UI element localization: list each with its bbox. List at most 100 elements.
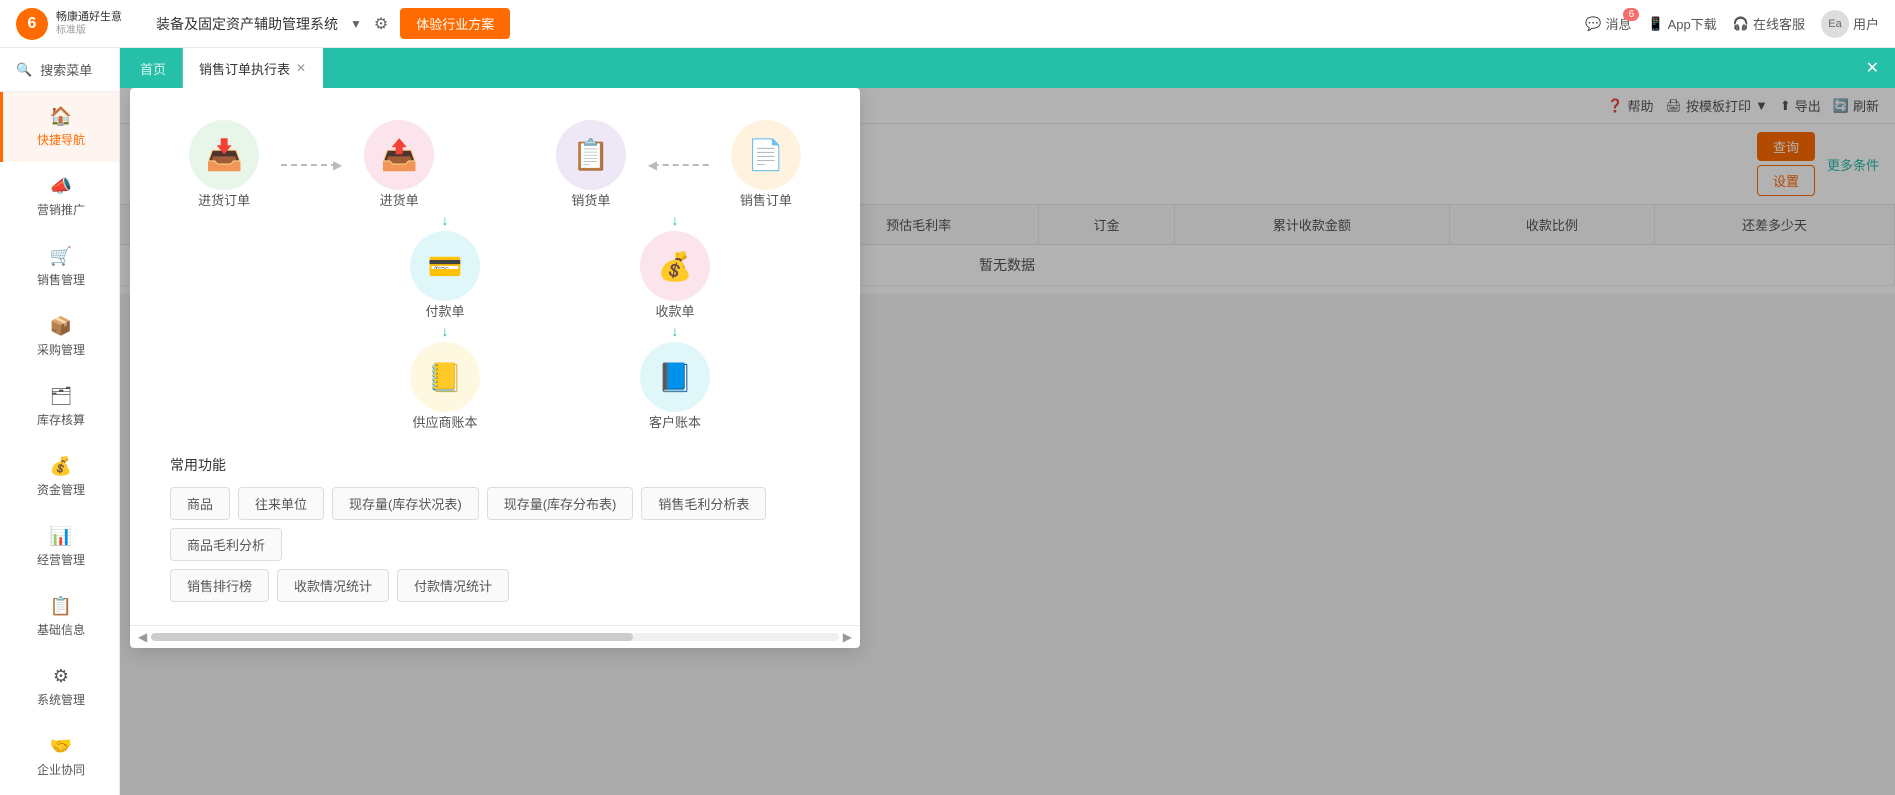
sidebar-item-system[interactable]: ⚙ 系统管理 [0, 652, 119, 722]
sidebar-item-finance[interactable]: 💰 资金管理 [0, 442, 119, 512]
payment-bill-circle[interactable]: 💳 [410, 231, 480, 301]
scroll-right-btn[interactable]: ▶ [843, 630, 852, 644]
sales-bill-node: 📋 销货单 [537, 120, 645, 209]
btn-inventory-status[interactable]: 现存量(库存状况表) [332, 487, 479, 520]
sidebar-item-quick-nav[interactable]: 🏠 快捷导航 [0, 92, 119, 162]
inventory-icon: 🗂 [50, 386, 73, 407]
receipt-bill-node: 💰 收款单 [610, 231, 740, 320]
scrollbar-track[interactable] [151, 633, 839, 641]
header-middle: 装备及固定资产辅助管理系统 ▼ ⚙ 体验行业方案 [136, 8, 1585, 39]
operations-icon: 📊 [50, 526, 72, 547]
btn-product[interactable]: 商品 [170, 487, 230, 520]
sidebar-item-purchase[interactable]: 📦 采购管理 [0, 302, 119, 372]
logo-text: 畅康通好生意 标准版 [56, 10, 122, 37]
btn-payment-stats[interactable]: 付款情况统计 [397, 569, 509, 602]
purchase-bill-circle[interactable]: 📤 [364, 120, 434, 190]
content-area: 首页 销售订单执行表 ✕ ✕ ❓ 帮助 🖨 按模板打印 ▼ [120, 48, 1895, 795]
btn-sales-profit[interactable]: 销售毛利分析表 [641, 487, 766, 520]
header-right: 💬 消息 6 📱 App下载 🎧 在线客服 Ea 用户 [1585, 10, 1879, 38]
tab-close-btn[interactable]: ✕ [296, 61, 306, 75]
sales-order-icon: 📄 [747, 138, 784, 173]
system-icon: ⚙ [53, 666, 69, 687]
sales-icon: 🛒 [50, 246, 72, 267]
message-badge: 6 [1623, 8, 1639, 21]
main-layout: 🔍 搜索菜单 🏠 快捷导航 📣 营销推广 🛒 销售管理 📦 采购管理 🗂 库存核… [0, 48, 1895, 795]
supplier-ledger-circle[interactable]: 📒 [410, 342, 480, 412]
system-dropdown-btn[interactable]: ▼ [350, 17, 362, 31]
arrow-down-sales-bill: ↓ [672, 213, 679, 227]
sidebar-item-operations[interactable]: 📊 经营管理 [0, 512, 119, 582]
sidebar-item-sales[interactable]: 🛒 销售管理 [0, 232, 119, 302]
supplier-ledger-node: 📒 供应商账本 [380, 342, 510, 431]
trial-btn[interactable]: 体验行业方案 [400, 8, 510, 39]
logo-icon: 6 [16, 8, 48, 40]
sidebar-item-enterprise[interactable]: 🤝 企业协同 [0, 722, 119, 792]
customer-ledger-node: 📘 客户账本 [610, 342, 740, 431]
btn-product-profit[interactable]: 商品毛利分析 [170, 528, 282, 561]
online-service-btn[interactable]: 🎧 在线客服 [1733, 14, 1805, 33]
popup: 📥 进货订单 ▶ [130, 88, 860, 648]
common-buttons-row2: 销售排行榜 收款情况统计 付款情况统计 [170, 569, 820, 602]
customer-ledger-circle[interactable]: 📘 [640, 342, 710, 412]
common-functions-section: 常用功能 商品 往来单位 现存量(库存状况表) 现存量(库存分布表) 销售毛利分… [170, 455, 820, 602]
app-download-btn[interactable]: 📱 App下载 [1647, 14, 1716, 33]
finance-icon: 💰 [50, 456, 72, 477]
tab-home[interactable]: 首页 [124, 48, 183, 88]
home-icon: 🏠 [50, 106, 72, 127]
receipt-bill-circle[interactable]: 💰 [640, 231, 710, 301]
avatar: Ea [1821, 10, 1849, 38]
customer-ledger-icon: 📘 [658, 361, 693, 394]
sidebar-item-marketing[interactable]: 📣 营销推广 [0, 162, 119, 232]
purchase-bill-icon: 📤 [380, 138, 417, 173]
scrollbar-thumb [151, 633, 632, 641]
tab-sales-order-exec[interactable]: 销售订单执行表 ✕ [183, 48, 323, 88]
sidebar-item-basic-info[interactable]: 📋 基础信息 [0, 582, 119, 652]
purchase-order-circle[interactable]: 📥 [189, 120, 259, 190]
arrow-down-payment: ↓ [442, 324, 449, 338]
message-icon: 💬 [1585, 16, 1601, 32]
sales-bill-icon: 📋 [572, 138, 609, 173]
search-menu-item[interactable]: 🔍 搜索菜单 [0, 48, 119, 92]
settings-gear-btn[interactable]: ⚙ [374, 14, 388, 34]
purchase-order-icon: 📥 [205, 138, 242, 173]
btn-sales-ranking[interactable]: 销售排行榜 [170, 569, 269, 602]
logo-area: 6 畅康通好生意 标准版 [16, 8, 136, 40]
marketing-icon: 📣 [50, 176, 72, 197]
popup-scrollbar: ◀ ▶ [130, 625, 860, 648]
sales-bill-circle[interactable]: 📋 [556, 120, 626, 190]
page-content: ❓ 帮助 🖨 按模板打印 ▼ ⬆ 导出 🔄 刷新 [120, 88, 1895, 795]
tab-bar: 首页 销售订单执行表 ✕ ✕ [120, 48, 1895, 88]
purchase-bill-node: 📤 进货单 [345, 120, 453, 209]
sidebar: 🔍 搜索菜单 🏠 快捷导航 📣 营销推广 🛒 销售管理 📦 采购管理 🗂 库存核… [0, 48, 120, 795]
payment-bill-icon: 💳 [428, 250, 463, 283]
popup-overlay: 📥 进货订单 ▶ [120, 88, 1895, 795]
arrow-sales-order-to-bill: ▶ [645, 158, 712, 172]
sales-order-circle[interactable]: 📄 [731, 120, 801, 190]
btn-contacts[interactable]: 往来单位 [238, 487, 324, 520]
service-icon: 🎧 [1733, 16, 1749, 32]
sales-order-node: 📄 销售订单 [712, 120, 820, 209]
sidebar-item-inventory[interactable]: 🗂 库存核算 [0, 372, 119, 442]
receipt-bill-icon: 💰 [658, 250, 693, 283]
phone-icon: 📱 [1647, 16, 1663, 32]
btn-receipt-stats[interactable]: 收款情况统计 [277, 569, 389, 602]
purchase-icon: 📦 [50, 316, 72, 337]
top-header: 6 畅康通好生意 标准版 装备及固定资产辅助管理系统 ▼ ⚙ 体验行业方案 💬 … [0, 0, 1895, 48]
user-menu-btn[interactable]: Ea 用户 [1821, 10, 1879, 38]
common-functions-title: 常用功能 [170, 455, 820, 475]
scroll-left-btn[interactable]: ◀ [138, 630, 147, 644]
message-btn[interactable]: 💬 消息 6 [1585, 14, 1631, 33]
system-title: 装备及固定资产辅助管理系统 [156, 14, 338, 34]
purchase-order-node: 📥 进货订单 [170, 120, 278, 209]
btn-inventory-dist[interactable]: 现存量(库存分布表) [487, 487, 634, 520]
tab-bar-close-btn[interactable]: ✕ [1858, 58, 1887, 78]
popup-body: 📥 进货订单 ▶ [130, 88, 860, 625]
payment-bill-node: 💳 付款单 [380, 231, 510, 320]
basic-info-icon: 📋 [50, 596, 72, 617]
arrow-purchase-order-to-bill: ▶ [278, 158, 345, 172]
arrow-down-receipt: ↓ [672, 324, 679, 338]
common-buttons-row1: 商品 往来单位 现存量(库存状况表) 现存量(库存分布表) 销售毛利分析表 商品… [170, 487, 820, 561]
supplier-ledger-icon: 📒 [428, 361, 463, 394]
enterprise-icon: 🤝 [50, 736, 72, 757]
search-icon: 🔍 [16, 62, 32, 78]
